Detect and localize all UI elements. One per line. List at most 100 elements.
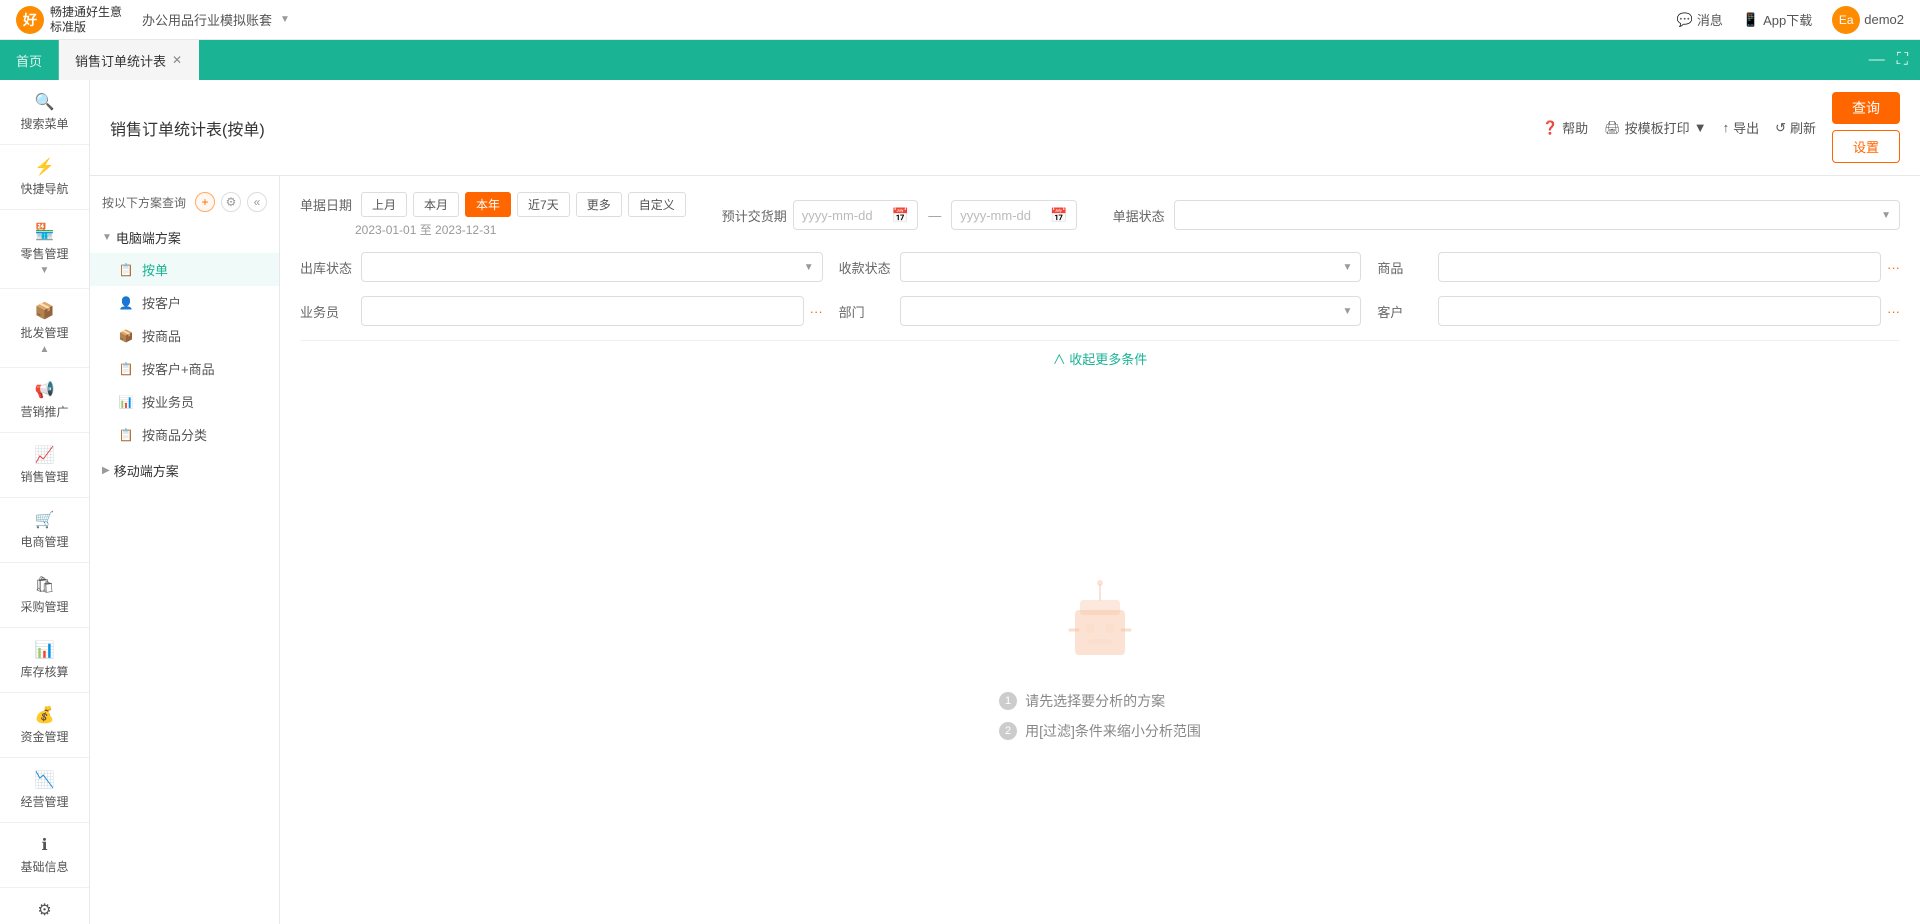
retail-mgmt-icon: 🏪 [35,222,55,242]
scheme-item-by-salesperson[interactable]: 📊 按业务员 [90,385,279,418]
collapse-button[interactable]: ∧ 收起更多条件 [300,340,1900,376]
refresh-button[interactable]: ↺ 刷新 [1775,118,1816,137]
purchase-mgmt-icon: 🛍 [34,575,54,595]
page-header: 销售订单统计表(按单) ❓ 帮助 🖨 按模板打印 ▼ ↑ 导出 ↺ 刷新 [90,80,1920,176]
sidebar-item-search-menu[interactable]: 🔍 搜索菜单 [0,80,89,145]
expected-date-start-input[interactable] [802,208,892,223]
export-button[interactable]: ↑ 导出 [1723,118,1760,137]
scheme-group-pc-header[interactable]: ▼ 电脑端方案 [90,222,279,253]
sidebar-item-system-mgmt[interactable]: ⚙ 系统管理 [0,888,89,924]
print-dropdown-icon: ▼ [1694,120,1707,135]
scheme-group-mobile-label: 移动端方案 [114,461,179,480]
scheme-group-mobile: ▶ 移动端方案 [90,455,279,486]
expected-date-end-wrapper: 📅 [951,200,1076,230]
export-icon: ↑ [1723,120,1730,135]
filter-row-3: 业务员 ··· 部门 ▼ [300,296,1900,326]
scheme-item-by-customer-goods[interactable]: 📋 按客户+商品 [90,352,279,385]
date-btn-this-month[interactable]: 本月 [413,192,459,217]
date-btn-this-year[interactable]: 本年 [465,192,511,217]
scheme-by-category-icon: 📋 [118,427,134,443]
query-button[interactable]: 查询 [1832,92,1900,124]
sidebar-item-inventory[interactable]: 📊 库存核算 [0,628,89,693]
delivery-status-dropdown-icon: ▼ [804,262,814,273]
payment-status-label: 收款状态 [839,258,894,277]
salesperson-more-button[interactable]: ··· [810,304,823,319]
sidebar-item-inventory-label: 库存核算 [20,663,68,680]
date-btn-more[interactable]: 更多 [576,192,622,217]
tab-minimize-icon[interactable]: — [1869,51,1885,69]
salesperson-input-wrapper [361,296,804,326]
sidebar-item-wholesale-mgmt-label: 批发管理 [20,324,68,341]
tab-home[interactable]: 首页 [0,40,59,80]
scheme-group-pc-arrow-icon: ▼ [102,232,112,243]
sidebar-item-wholesale-mgmt[interactable]: 📦 批发管理 ▲ [0,289,89,368]
scheme-settings-button[interactable]: ⚙ [221,192,241,212]
sidebar-item-operations-label: 经营管理 [20,793,68,810]
doc-status-group: 单据状态 ▼ [1113,200,1900,230]
scheme-add-button[interactable]: + [195,192,215,212]
sidebar-item-retail-mgmt[interactable]: 🏪 零售管理 ▼ [0,210,89,289]
scheme-by-category-label: 按商品分类 [142,425,207,444]
quick-nav-icon: ⚡ [35,157,55,177]
expected-date-end-input[interactable] [960,208,1050,223]
goods-input[interactable] [1447,260,1872,275]
logo-area: 好 畅捷通好生意 标准版 [16,5,122,34]
message-icon: 💬 [1677,12,1693,28]
salesperson-group: 业务员 ··· [300,296,823,326]
sidebar-item-base-info[interactable]: ℹ 基础信息 [0,823,89,888]
help-label: 帮助 [1562,118,1588,137]
date-btn-custom[interactable]: 自定义 [628,192,686,217]
user-menu[interactable]: Ea demo2 [1832,6,1904,34]
app-download-button[interactable]: 📱 App下载 [1743,10,1812,29]
doc-status-dropdown-icon: ▼ [1881,210,1891,221]
date-btn-7days[interactable]: 近7天 [517,192,570,217]
salesperson-input[interactable] [370,304,795,319]
print-icon: 🖨 [1604,120,1621,136]
help-icon: ❓ [1542,120,1558,136]
scheme-group-mobile-header[interactable]: ▶ 移动端方案 [90,455,279,486]
doc-status-select[interactable]: ▼ [1174,200,1900,230]
customer-more-button[interactable]: ··· [1887,304,1900,319]
logo-text: 畅捷通好生意 标准版 [50,5,122,34]
settings-button[interactable]: 设置 [1832,130,1900,163]
tab-home-label: 首页 [16,51,42,70]
tab-sales-order-stats-label: 销售订单统计表 [75,51,166,70]
ecom-mgmt-icon: 🛒 [35,510,55,530]
app-title-dropdown-icon[interactable]: ▼ [280,14,290,25]
tab-maximize-icon[interactable]: ⛶ [1897,51,1908,69]
sidebar-item-quick-nav[interactable]: ⚡ 快捷导航 [0,145,89,210]
goods-more-button[interactable]: ··· [1887,260,1900,275]
help-button[interactable]: ❓ 帮助 [1542,118,1588,137]
sidebar-item-purchase-mgmt[interactable]: 🛍 采购管理 [0,563,89,628]
scheme-collapse-button[interactable]: « [247,192,267,212]
empty-tip-2: 2 用[过滤]条件来缩小分析范围 [999,721,1201,741]
sidebar-item-search-menu-label: 搜索菜单 [20,115,68,132]
expected-date-end-cal-icon[interactable]: 📅 [1050,207,1067,224]
department-select[interactable]: ▼ [900,296,1362,326]
sidebar-item-operations[interactable]: 📉 经营管理 [0,758,89,823]
sidebar-item-finance[interactable]: 💰 资金管理 [0,693,89,758]
delivery-status-select[interactable]: ▼ [361,252,823,282]
date-filter-label: 单据日期 [300,195,355,214]
message-button[interactable]: 💬 消息 [1677,10,1723,29]
top-bar: 好 畅捷通好生意 标准版 办公用品行业模拟账套 ▼ 💬 消息 📱 App下载 E… [0,0,1920,40]
tab-close-icon[interactable]: ✕ [172,53,182,67]
sidebar-item-ecom-mgmt[interactable]: 🛒 电商管理 [0,498,89,563]
sidebar-item-marketing[interactable]: 📢 营销推广 [0,368,89,433]
scheme-item-by-category[interactable]: 📋 按商品分类 [90,418,279,451]
tab-sales-order-stats[interactable]: 销售订单统计表 ✕ [59,40,199,80]
scheme-item-by-goods[interactable]: 📦 按商品 [90,319,279,352]
goods-group: 商品 ··· [1377,252,1900,282]
scheme-item-by-order[interactable]: 📋 按单 [90,253,279,286]
date-btn-last-month[interactable]: 上月 [361,192,407,217]
payment-status-select[interactable]: ▼ [900,252,1362,282]
customer-input[interactable] [1447,304,1872,319]
expected-date-start-cal-icon[interactable]: 📅 [892,207,909,224]
empty-illustration [1050,575,1150,675]
scheme-item-by-customer[interactable]: 👤 按客户 [90,286,279,319]
sidebar-item-sales-mgmt[interactable]: 📈 销售管理 [0,433,89,498]
system-mgmt-icon: ⚙ [37,900,51,920]
template-print-button[interactable]: 🖨 按模板打印 ▼ [1604,118,1706,137]
wholesale-mgmt-icon: 📦 [35,301,55,321]
department-group: 部门 ▼ [839,296,1362,326]
